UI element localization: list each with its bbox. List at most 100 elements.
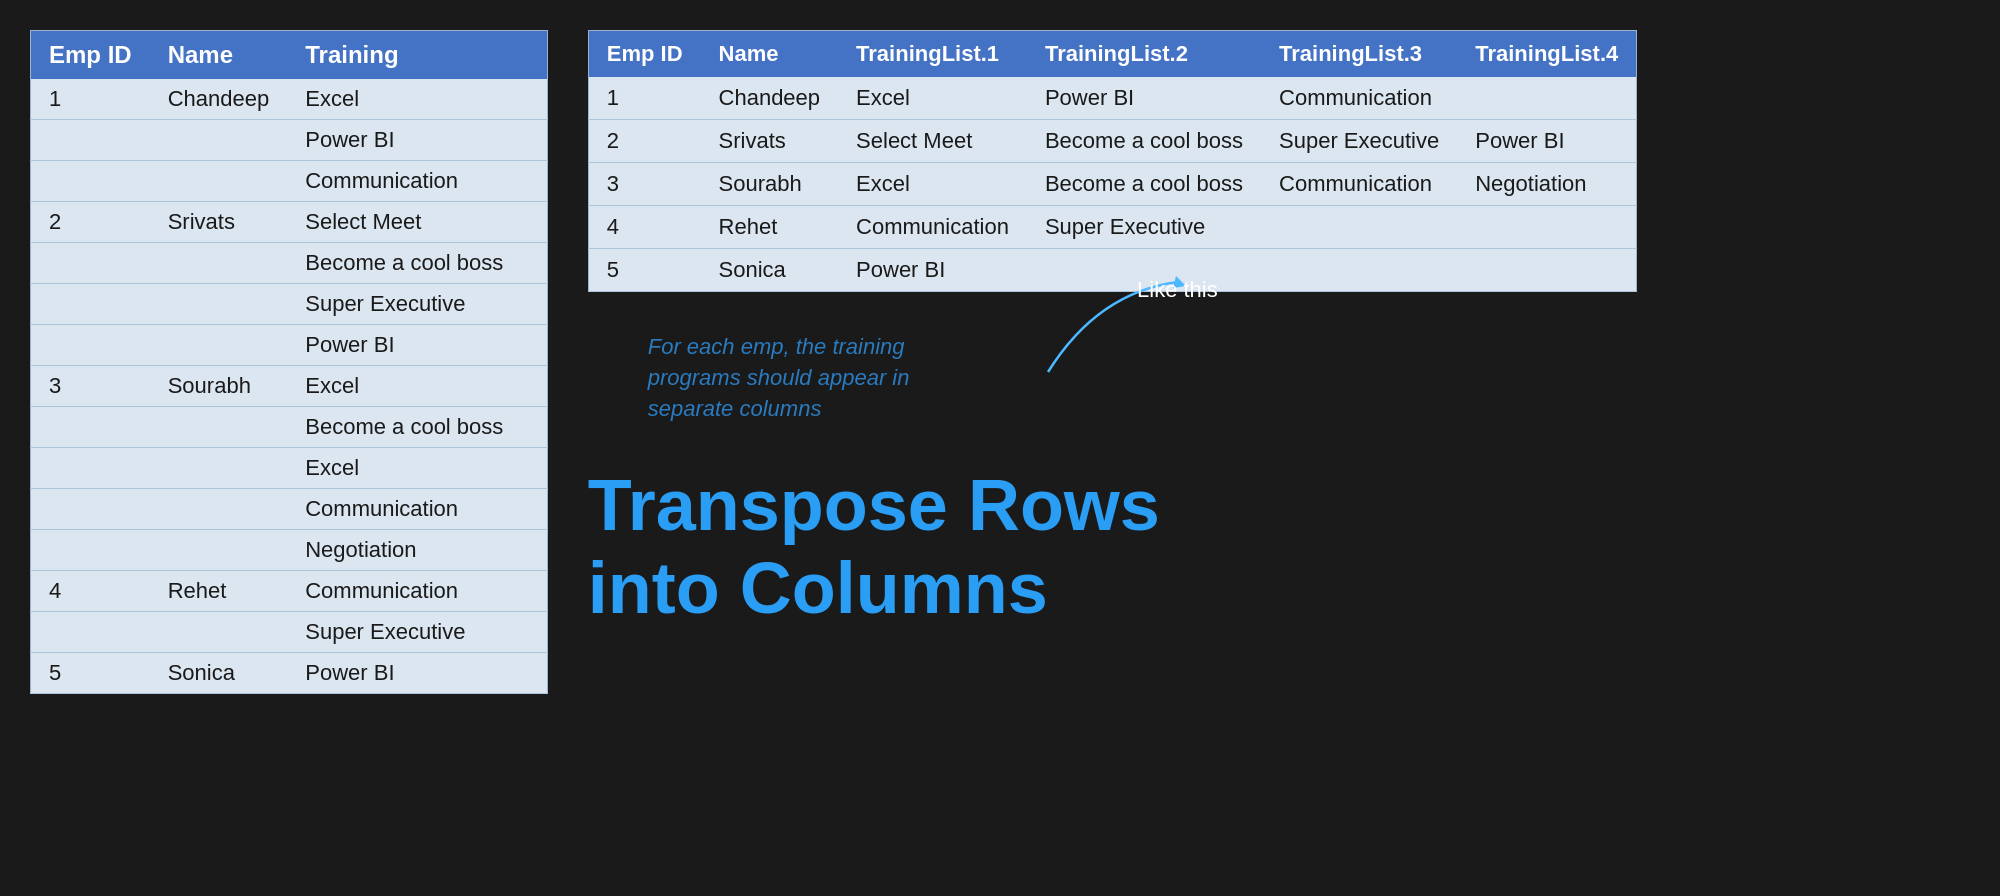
- cell-name: [150, 448, 288, 489]
- cell-t3: [1261, 206, 1457, 249]
- cell-t3: Communication: [1261, 77, 1457, 120]
- table-row: Become a cool boss: [31, 243, 548, 284]
- col-header: TrainingList.4: [1457, 31, 1637, 78]
- cell-t4: [1457, 77, 1637, 120]
- left-table-section: Emp ID Name Training 1 Chandeep Excel Po…: [30, 30, 548, 694]
- cell-empid: 4: [588, 206, 700, 249]
- cell-training: Communication: [287, 161, 547, 202]
- cell-training: Excel: [287, 448, 547, 489]
- cell-empid: 2: [588, 120, 700, 163]
- table-row: Super Executive: [31, 612, 548, 653]
- cell-name: Chandeep: [150, 79, 288, 120]
- cell-name: Rehet: [150, 571, 288, 612]
- cell-empid: 5: [588, 249, 700, 292]
- cell-t3: Communication: [1261, 163, 1457, 206]
- cell-empid: 1: [31, 79, 150, 120]
- cell-name: [150, 612, 288, 653]
- cell-empid: [31, 243, 150, 284]
- cell-name: Sonica: [701, 249, 839, 292]
- cell-name: Chandeep: [701, 77, 839, 120]
- result-table: Emp IDNameTrainingList.1TrainingList.2Tr…: [588, 30, 1638, 292]
- cell-t1: Excel: [838, 77, 1027, 120]
- cell-training: Become a cool boss: [287, 243, 547, 284]
- table-row: 3 Sourabh Excel: [31, 366, 548, 407]
- cell-empid: [31, 489, 150, 530]
- cell-training: Negotiation: [287, 530, 547, 571]
- cell-empid: [31, 325, 150, 366]
- cell-empid: [31, 284, 150, 325]
- cell-name: [150, 489, 288, 530]
- cell-t4: [1457, 206, 1637, 249]
- table-row: Negotiation: [31, 530, 548, 571]
- cell-t2: Super Executive: [1027, 206, 1261, 249]
- table-row: Power BI: [31, 120, 548, 161]
- cell-training: Select Meet: [287, 202, 547, 243]
- cell-name: Sourabh: [701, 163, 839, 206]
- cell-t4: Negotiation: [1457, 163, 1637, 206]
- cell-name: [150, 407, 288, 448]
- cell-name: Sourabh: [150, 366, 288, 407]
- table-row: 4 Rehet Communication Super Executive: [588, 206, 1637, 249]
- table-row: 2 Srivats Select Meet Become a cool boss…: [588, 120, 1637, 163]
- col-header: Emp ID: [588, 31, 700, 78]
- cell-t1: Excel: [838, 163, 1027, 206]
- table-row: Become a cool boss: [31, 407, 548, 448]
- cell-t4: Power BI: [1457, 120, 1637, 163]
- cell-empid: [31, 448, 150, 489]
- cell-empid: 5: [31, 653, 150, 694]
- source-table: Emp ID Name Training 1 Chandeep Excel Po…: [30, 30, 548, 694]
- cell-name: Srivats: [701, 120, 839, 163]
- cell-training: Excel: [287, 366, 547, 407]
- cell-training: Excel: [287, 79, 547, 120]
- cell-empid: 2: [31, 202, 150, 243]
- cell-empid: 4: [31, 571, 150, 612]
- col-header-name: Name: [150, 31, 288, 80]
- cell-empid: [31, 530, 150, 571]
- table-row: Communication: [31, 161, 548, 202]
- cell-training: Power BI: [287, 120, 547, 161]
- table-row: Excel: [31, 448, 548, 489]
- table-row: Power BI: [31, 325, 548, 366]
- cell-t3: [1261, 249, 1457, 292]
- cell-name: [150, 243, 288, 284]
- table-row: 5 Sonica Power BI: [31, 653, 548, 694]
- cell-name: Rehet: [701, 206, 839, 249]
- cell-name: [150, 284, 288, 325]
- cell-empid: 3: [31, 366, 150, 407]
- like-this-label: Like this: [1137, 277, 1218, 303]
- cell-name: [150, 161, 288, 202]
- cell-training: Communication: [287, 489, 547, 530]
- cell-t2: Power BI: [1027, 77, 1261, 120]
- table-row: 1 Chandeep Excel Power BI Communication: [588, 77, 1637, 120]
- cell-name: Sonica: [150, 653, 288, 694]
- cell-training: Power BI: [287, 653, 547, 694]
- table-row: 2 Srivats Select Meet: [31, 202, 548, 243]
- cell-empid: 1: [588, 77, 700, 120]
- right-section: Emp IDNameTrainingList.1TrainingList.2Tr…: [588, 30, 1970, 630]
- big-title: Transpose Rows into Columns: [588, 464, 1970, 630]
- cell-training: Super Executive: [287, 612, 547, 653]
- cell-empid: [31, 120, 150, 161]
- cell-t1: Communication: [838, 206, 1027, 249]
- cell-empid: 3: [588, 163, 700, 206]
- cell-name: [150, 120, 288, 161]
- col-header: Name: [701, 31, 839, 78]
- cell-training: Super Executive: [287, 284, 547, 325]
- cell-empid: [31, 161, 150, 202]
- col-header: TrainingList.1: [838, 31, 1027, 78]
- cell-name: [150, 325, 288, 366]
- annotation-text: For each emp, the training programs shou…: [648, 332, 988, 424]
- cell-t4: [1457, 249, 1637, 292]
- big-title-area: Transpose Rows into Columns: [588, 444, 1970, 630]
- table-row: Communication: [31, 489, 548, 530]
- cell-t3: Super Executive: [1261, 120, 1457, 163]
- cell-t2: Become a cool boss: [1027, 163, 1261, 206]
- cell-t1: Power BI: [838, 249, 1027, 292]
- cell-training: Power BI: [287, 325, 547, 366]
- cell-t1: Select Meet: [838, 120, 1027, 163]
- table-and-annotation: Emp IDNameTrainingList.1TrainingList.2Tr…: [588, 30, 1970, 424]
- table-row: 3 Sourabh Excel Become a cool boss Commu…: [588, 163, 1637, 206]
- cell-name: [150, 530, 288, 571]
- table-row: 4 Rehet Communication: [31, 571, 548, 612]
- annotation-row: For each emp, the training programs shou…: [648, 302, 1218, 424]
